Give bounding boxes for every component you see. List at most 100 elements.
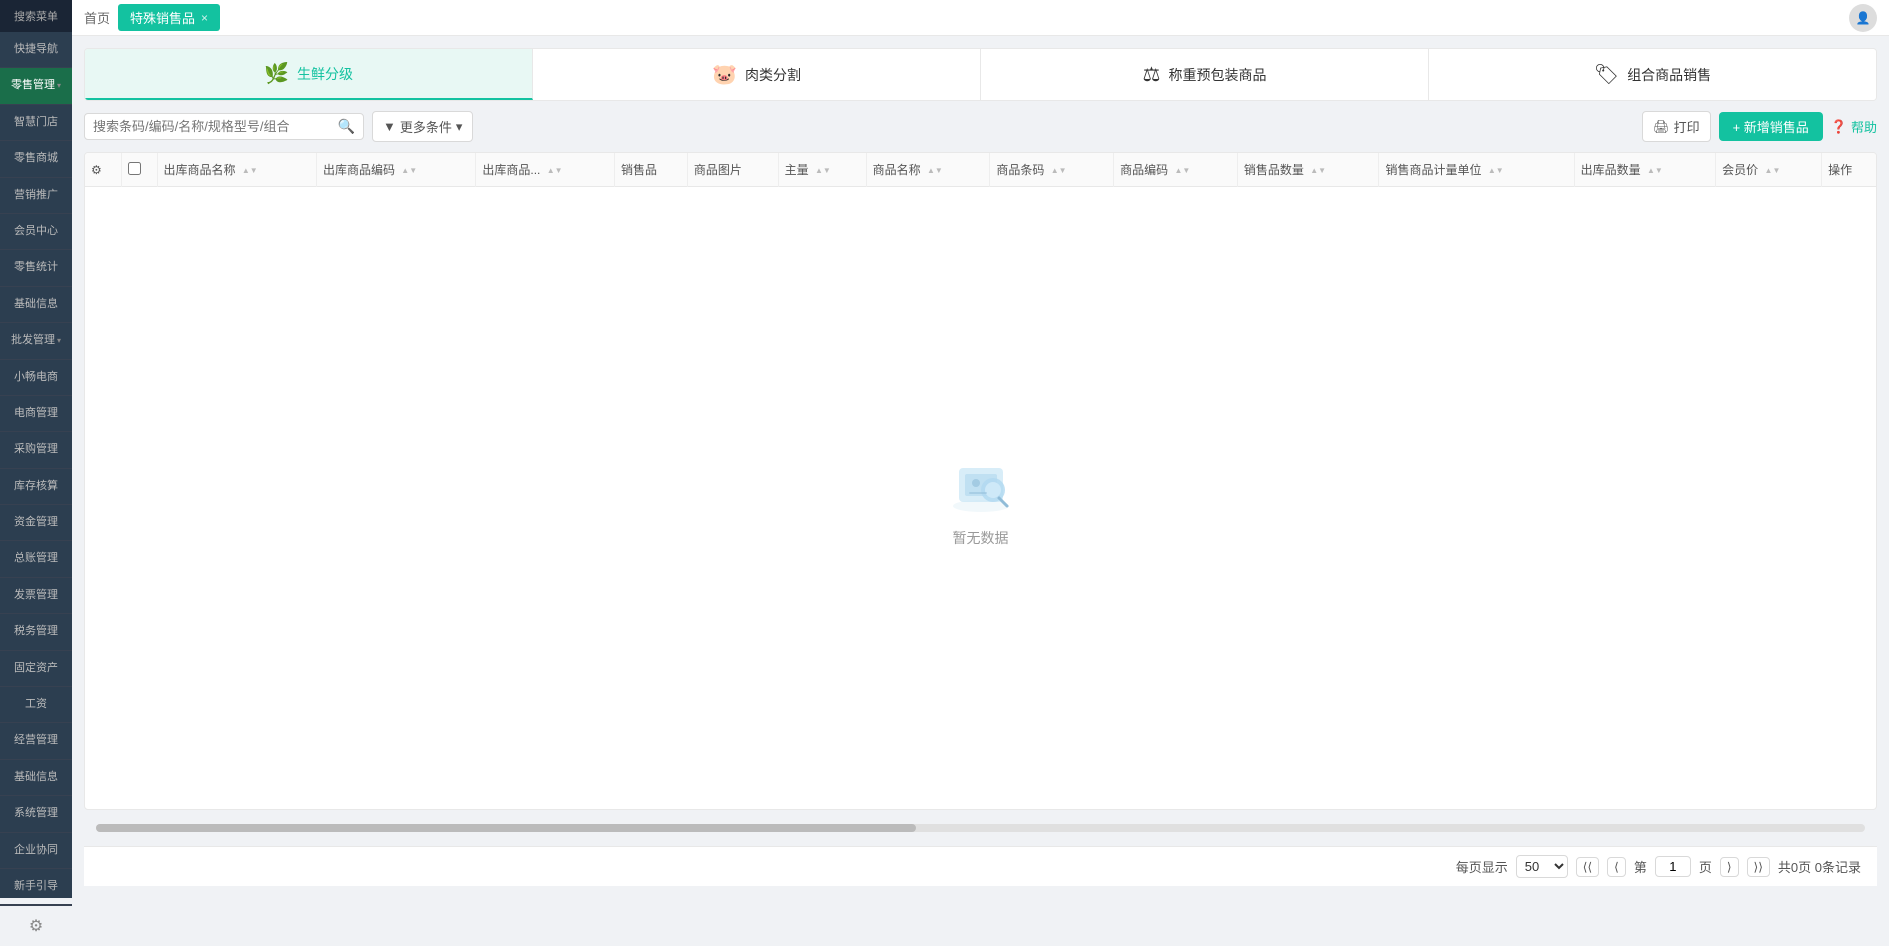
sidebar-item-smart-store[interactable]: 智慧门店	[0, 105, 72, 141]
cat-tab-combo-sales[interactable]: 🏷 组合商品销售	[1429, 49, 1876, 100]
col-out-product-name[interactable]: 出库商品名称 ▲▼	[157, 153, 316, 187]
col-label: 销售品数量	[1244, 163, 1304, 177]
col-product-name[interactable]: 商品名称 ▲▼	[866, 153, 990, 187]
search-wrap[interactable]: 🔍	[84, 113, 364, 140]
sidebar-item-system-mgmt[interactable]: 系统管理	[0, 796, 72, 832]
select-all-checkbox[interactable]	[128, 162, 141, 175]
sidebar: 搜索菜单 快捷导航 零售管理 ▾ 智慧门店 零售商城 营销推广 会员中心 零售统…	[0, 0, 72, 898]
col-weight[interactable]: 主量 ▲▼	[778, 153, 866, 187]
sidebar-item-wholesale-mgmt[interactable]: 批发管理 ▾	[0, 323, 72, 359]
sort-icon[interactable]: ▲▼	[1174, 167, 1190, 175]
col-checkbox[interactable]	[121, 153, 157, 187]
next-page-button[interactable]: ⟩	[1720, 857, 1739, 877]
col-member-price[interactable]: 会员价 ▲▼	[1716, 153, 1822, 187]
user-avatar[interactable]: 👤	[1849, 4, 1877, 32]
sort-icon[interactable]: ▲▼	[1310, 167, 1326, 175]
sidebar-item-fixed-assets[interactable]: 固定资产	[0, 651, 72, 687]
col-out-product-code[interactable]: 出库商品编码 ▲▼	[316, 153, 475, 187]
page-size-select[interactable]: 50 100 200	[1516, 855, 1568, 878]
col-label: 商品名称	[873, 163, 921, 177]
sidebar-item-label: 资金管理	[14, 516, 58, 528]
sidebar-item-enterprise-coop[interactable]: 企业协同	[0, 833, 72, 869]
combo-sales-icon: 🏷	[1594, 62, 1619, 87]
search-icon[interactable]: 🔍	[338, 118, 355, 135]
sort-icon[interactable]: ▲▼	[547, 167, 563, 175]
cat-tab-meat-cut[interactable]: 🐷 肉类分割	[533, 49, 981, 100]
sort-icon[interactable]: ▲▼	[815, 167, 831, 175]
sort-icon[interactable]: ▲▼	[1051, 167, 1067, 175]
col-label: 出库品数量	[1581, 163, 1641, 177]
home-link[interactable]: 首页	[84, 8, 110, 27]
sidebar-item-retail-mgmt[interactable]: 零售管理 ▾	[0, 68, 72, 104]
sidebar-item-label: 智慧门店	[14, 116, 58, 128]
col-barcode[interactable]: 商品条码 ▲▼	[990, 153, 1114, 187]
col-out-qty[interactable]: 出库品数量 ▲▼	[1574, 153, 1716, 187]
sidebar-item-basic-info2[interactable]: 基础信息	[0, 760, 72, 796]
print-button[interactable]: 🖨 打印	[1642, 111, 1711, 142]
sidebar-item-label: 基础信息	[14, 298, 58, 310]
sidebar-item-label: 基础信息	[14, 771, 58, 783]
sidebar-item-label: 营销推广	[14, 189, 58, 201]
print-label: 打印	[1674, 117, 1700, 136]
col-product-num[interactable]: 商品编码 ▲▼	[1114, 153, 1238, 187]
sort-icon[interactable]: ▲▼	[1647, 167, 1663, 175]
col-sales-qty[interactable]: 销售品数量 ▲▼	[1237, 153, 1379, 187]
sidebar-item-purchase-mgmt[interactable]: 采购管理	[0, 432, 72, 468]
col-out-product-extra[interactable]: 出库商品... ▲▼	[476, 153, 615, 187]
sort-icon[interactable]: ▲▼	[1765, 167, 1781, 175]
cat-tab-label: 生鲜分级	[297, 64, 353, 84]
first-page-button[interactable]: ⟨⟨	[1576, 857, 1599, 877]
sidebar-item-retail-mall[interactable]: 零售商城	[0, 141, 72, 177]
gear-icon[interactable]: ⚙	[91, 163, 102, 177]
col-label: 会员价	[1722, 163, 1758, 177]
sidebar-item-invoice-mgmt[interactable]: 发票管理	[0, 578, 72, 614]
scroll-thumb[interactable]	[96, 824, 916, 832]
cat-tab-label: 称重预包装商品	[1168, 65, 1266, 85]
sidebar-item-basic-info[interactable]: 基础信息	[0, 287, 72, 323]
col-gear[interactable]: ⚙	[85, 153, 121, 187]
sidebar-item-finance[interactable]: 资金管理	[0, 505, 72, 541]
cat-tab-fresh-grade[interactable]: 🌿 生鲜分级	[85, 49, 533, 100]
sidebar-item-mini-app[interactable]: 小畅电商	[0, 360, 72, 396]
page-input[interactable]	[1655, 856, 1691, 877]
col-sales-unit[interactable]: 销售商品计量单位 ▲▼	[1379, 153, 1574, 187]
sidebar-item-label: 零售商城	[14, 152, 58, 164]
filter-button[interactable]: ▼ 更多条件 ▾	[372, 111, 473, 142]
toolbar-right: 🖨 打印 + 新增销售品 ❓ 帮助	[1642, 111, 1877, 142]
sidebar-item-label: 采购管理	[14, 443, 58, 455]
last-page-button[interactable]: ⟩⟩	[1747, 857, 1770, 877]
sidebar-item-retail-stats[interactable]: 零售统计	[0, 250, 72, 286]
sidebar-item-inventory[interactable]: 库存核算	[0, 469, 72, 505]
category-tabs: 🌿 生鲜分级 🐷 肉类分割 ⚖ 称重预包装商品 🏷 组合商品销售	[84, 48, 1877, 101]
tab-close-icon[interactable]: ×	[201, 11, 208, 25]
sidebar-item-label: 固定资产	[14, 662, 58, 674]
main-area: 首页 特殊销售品 × 👤 🌿 生鲜分级 🐷 肉类分割 ⚖ 称重预包装商品	[72, 0, 1889, 898]
help-button[interactable]: ❓ 帮助	[1831, 117, 1877, 136]
add-sales-product-button[interactable]: + 新增销售品	[1719, 112, 1823, 141]
settings-icon[interactable]: ⚙	[0, 905, 72, 946]
cat-tab-weight-prepack[interactable]: ⚖ 称重预包装商品	[981, 49, 1429, 100]
sidebar-item-tax-mgmt[interactable]: 税务管理	[0, 614, 72, 650]
search-input[interactable]	[93, 119, 332, 134]
page-label: 第	[1634, 857, 1647, 876]
sidebar-item-member-center[interactable]: 会员中心	[0, 214, 72, 250]
active-tab[interactable]: 特殊销售品 ×	[118, 4, 220, 31]
meat-cut-icon: 🐷	[712, 62, 737, 87]
sidebar-logo[interactable]: 搜索菜单	[0, 0, 72, 32]
sidebar-item-promo[interactable]: 营销推广	[0, 178, 72, 214]
fresh-grade-icon: 🌿	[264, 61, 289, 86]
sidebar-item-ecom-mgmt[interactable]: 电商管理	[0, 396, 72, 432]
sidebar-item-ops-mgmt[interactable]: 经营管理	[0, 723, 72, 759]
sort-icon[interactable]: ▲▼	[401, 167, 417, 175]
sort-icon[interactable]: ▲▼	[927, 167, 943, 175]
sidebar-item-new-guide[interactable]: 新手引导	[0, 869, 72, 905]
sidebar-item-label: 电商管理	[14, 407, 58, 419]
horizontal-scrollbar[interactable]	[96, 824, 1865, 832]
sidebar-item-payroll[interactable]: 工资	[0, 687, 72, 723]
sidebar-item-quick-nav[interactable]: 快捷导航	[0, 32, 72, 68]
prev-page-button[interactable]: ⟨	[1607, 857, 1626, 877]
sidebar-item-general-ledger[interactable]: 总账管理	[0, 541, 72, 577]
col-label: 商品编码	[1120, 163, 1168, 177]
sort-icon[interactable]: ▲▼	[1488, 167, 1504, 175]
sort-icon[interactable]: ▲▼	[242, 167, 258, 175]
